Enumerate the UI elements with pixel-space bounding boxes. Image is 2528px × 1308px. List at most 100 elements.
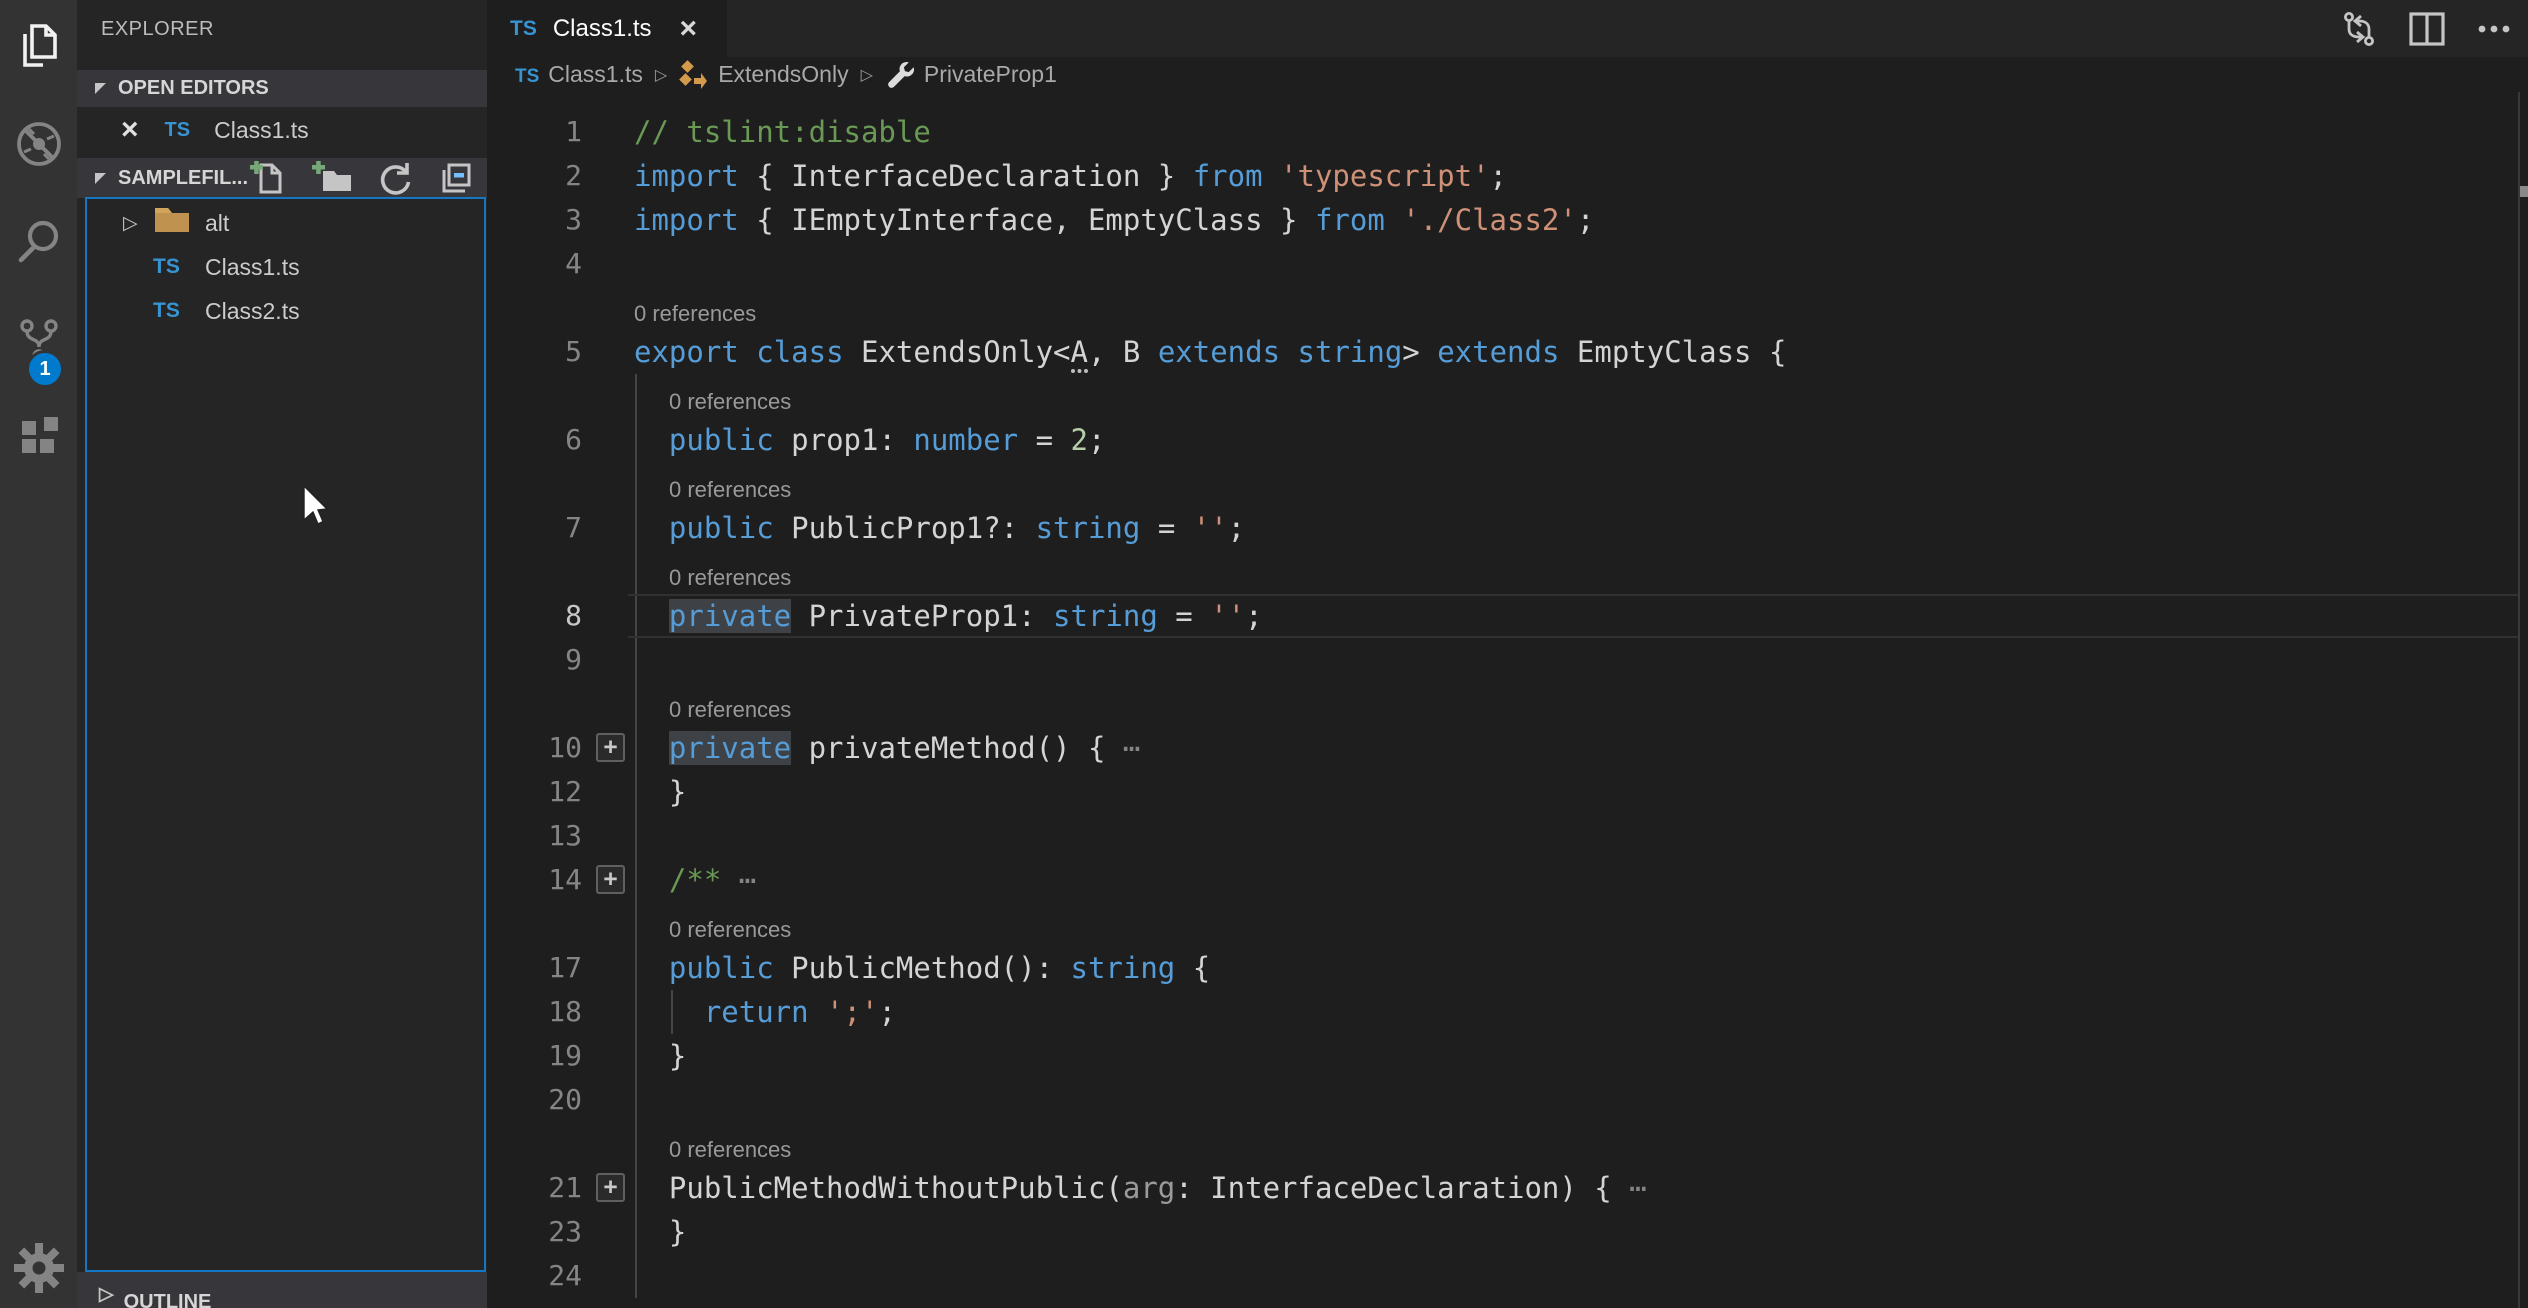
code-line[interactable]: 19 } xyxy=(487,1034,2528,1078)
line-number: 19 xyxy=(548,1039,582,1072)
codelens-row[interactable]: 0 references xyxy=(487,462,2528,506)
more-actions-icon[interactable] xyxy=(2476,11,2512,47)
ts-file-icon: TS xyxy=(153,255,180,278)
breadcrumb-item[interactable]: PrivateProp1 xyxy=(885,60,1057,90)
close-icon[interactable]: × xyxy=(680,13,698,44)
code-line[interactable]: 12 } xyxy=(487,770,2528,814)
outline-section-header[interactable]: ▷ OUTLINE xyxy=(77,1272,487,1308)
breadcrumb[interactable]: TS Class1.ts ▷ ExtendsOnly ▷ PrivateProp1 xyxy=(487,57,2528,92)
open-editors-label: OPEN EDITORS xyxy=(118,77,269,99)
code-area[interactable]: 1 // tslint:disable 2 import { InterfaceDec… xyxy=(487,92,2528,1308)
code-line[interactable]: 4 xyxy=(487,242,2528,286)
code-line[interactable]: 1 // tslint:disable xyxy=(487,110,2528,154)
tree-item-label: Class2.ts xyxy=(205,297,300,324)
codelens-row[interactable]: 0 references xyxy=(487,682,2528,726)
line-number: 4 xyxy=(565,247,582,280)
settings-gear-icon xyxy=(13,1242,65,1299)
editor-group: TS Class1.ts × TS Class1.ts ▷ ExtendsOnl… xyxy=(487,0,2528,1308)
code-text: // tslint:disable xyxy=(634,115,931,149)
codelens-row[interactable]: 0 references xyxy=(487,286,2528,330)
manage-button[interactable] xyxy=(0,1232,77,1308)
ts-file-icon: TS xyxy=(510,16,537,40)
code-line[interactable]: 6 public prop1: number = 2; xyxy=(487,418,2528,462)
search-activity-button[interactable] xyxy=(0,196,77,292)
ts-file-icon: TS xyxy=(164,118,191,141)
overview-ruler[interactable] xyxy=(2518,92,2520,1308)
collapse-all-icon[interactable] xyxy=(436,158,476,198)
codelens-row[interactable]: 0 references xyxy=(487,1122,2528,1166)
tree-item-class2-ts[interactable]: TS Class2.ts xyxy=(87,289,484,333)
tab-label: Class1.ts xyxy=(552,14,652,42)
folder-section-header[interactable]: SAMPLEFIL... xyxy=(77,158,487,198)
refresh-icon[interactable] xyxy=(374,158,414,198)
line-number: 1 xyxy=(565,115,582,148)
open-editors-section-header[interactable]: OPEN EDITORS xyxy=(77,70,487,107)
line-number: 20 xyxy=(548,1083,582,1116)
twistie-expanded-icon xyxy=(95,83,106,94)
breadcrumb-item[interactable]: TS Class1.ts xyxy=(515,61,643,88)
fold-expand-icon[interactable]: + xyxy=(596,865,625,894)
tree-item-alt[interactable]: ▷ alt xyxy=(87,201,484,245)
file-tree[interactable]: ▷ alt TS Class1.ts TS Class2.ts xyxy=(85,197,486,1272)
code-line[interactable]: 14 + /** ⋯ xyxy=(487,858,2528,902)
code-line[interactable]: 10 + private privateMethod() { ⋯ xyxy=(487,726,2528,770)
new-file-icon[interactable] xyxy=(248,158,288,198)
explorer-activity-button[interactable] xyxy=(0,0,77,96)
debug-activity-button[interactable] xyxy=(0,98,77,194)
close-icon[interactable]: × xyxy=(121,115,139,145)
codelens-references[interactable]: 0 references xyxy=(669,697,791,723)
tree-item-class1-ts[interactable]: TS Class1.ts xyxy=(87,245,484,289)
code-line[interactable]: 3 import { IEmptyInterface, EmptyClass } … xyxy=(487,198,2528,242)
codelens-references[interactable]: 0 references xyxy=(669,917,791,943)
codelens-references[interactable]: 0 references xyxy=(669,1137,791,1163)
breadcrumb-item[interactable]: ExtendsOnly xyxy=(679,59,849,90)
code-line[interactable]: 21 + PublicMethodWithoutPublic(arg: Inter… xyxy=(487,1166,2528,1210)
code-text: private privateMethod() { ⋯ xyxy=(668,731,1141,765)
code-text: export class ExtendsOnly<A, B extends st… xyxy=(634,330,1786,374)
fold-expand-icon[interactable]: + xyxy=(596,733,625,762)
code-line[interactable]: 8 private PrivateProp1: string = ''; xyxy=(487,594,2528,638)
code-line[interactable]: 17 public PublicMethod(): string { xyxy=(487,946,2528,990)
line-number: 6 xyxy=(565,423,582,456)
overview-ruler-decoration xyxy=(2520,186,2528,197)
codelens-row[interactable]: 0 references xyxy=(487,902,2528,946)
codelens-references[interactable]: 0 references xyxy=(669,565,791,591)
open-editor-label: Class1.ts xyxy=(214,116,309,143)
code-text: } xyxy=(634,1215,687,1249)
code-line[interactable]: 13 xyxy=(487,814,2528,858)
code-line[interactable]: 24 xyxy=(487,1254,2528,1298)
code-text: private PrivateProp1: string = ''; xyxy=(668,599,1263,633)
no-bug-icon xyxy=(13,118,65,175)
code-line[interactable]: 20 xyxy=(487,1078,2528,1122)
folder-icon xyxy=(153,204,191,242)
open-changes-icon[interactable] xyxy=(2340,10,2378,48)
extensions-icon xyxy=(14,413,64,468)
code-line[interactable]: 18 return ';'; xyxy=(487,990,2528,1034)
codelens-row[interactable]: 0 references xyxy=(487,550,2528,594)
new-folder-icon[interactable] xyxy=(310,158,352,198)
extensions-activity-button[interactable] xyxy=(0,392,77,488)
code-text: import { InterfaceDeclaration } from 'ty… xyxy=(634,159,1508,193)
codelens-row[interactable]: 0 references xyxy=(487,374,2528,418)
fold-expand-icon[interactable]: + xyxy=(596,1173,625,1202)
mouse-cursor xyxy=(303,484,333,533)
codelens-references[interactable]: 0 references xyxy=(669,389,791,415)
property-symbol-icon xyxy=(885,60,915,90)
open-editor-item[interactable]: × TS Class1.ts xyxy=(77,107,487,153)
split-editor-icon[interactable] xyxy=(2408,11,2446,47)
line-number: 24 xyxy=(548,1259,582,1292)
code-line[interactable]: 9 xyxy=(487,638,2528,682)
line-number: 8 xyxy=(565,599,582,632)
code-line[interactable]: 23 } xyxy=(487,1210,2528,1254)
line-number: 7 xyxy=(565,511,582,544)
code-text: /** ⋯ xyxy=(668,863,757,897)
code-line[interactable]: 2 import { InterfaceDeclaration } from 't… xyxy=(487,154,2528,198)
code-line[interactable]: 5 export class ExtendsOnly<A, B extends s… xyxy=(487,330,2528,374)
codelens-references[interactable]: 0 references xyxy=(669,477,791,503)
tab-class1[interactable]: TS Class1.ts × xyxy=(487,0,727,57)
breadcrumb-separator-icon: ▷ xyxy=(654,66,668,84)
editor-actions xyxy=(2340,0,2512,57)
code-text: public PublicMethod(): string { xyxy=(668,951,1211,985)
code-line[interactable]: 7 public PublicProp1?: string = ''; xyxy=(487,506,2528,550)
codelens-references[interactable]: 0 references xyxy=(634,301,756,327)
